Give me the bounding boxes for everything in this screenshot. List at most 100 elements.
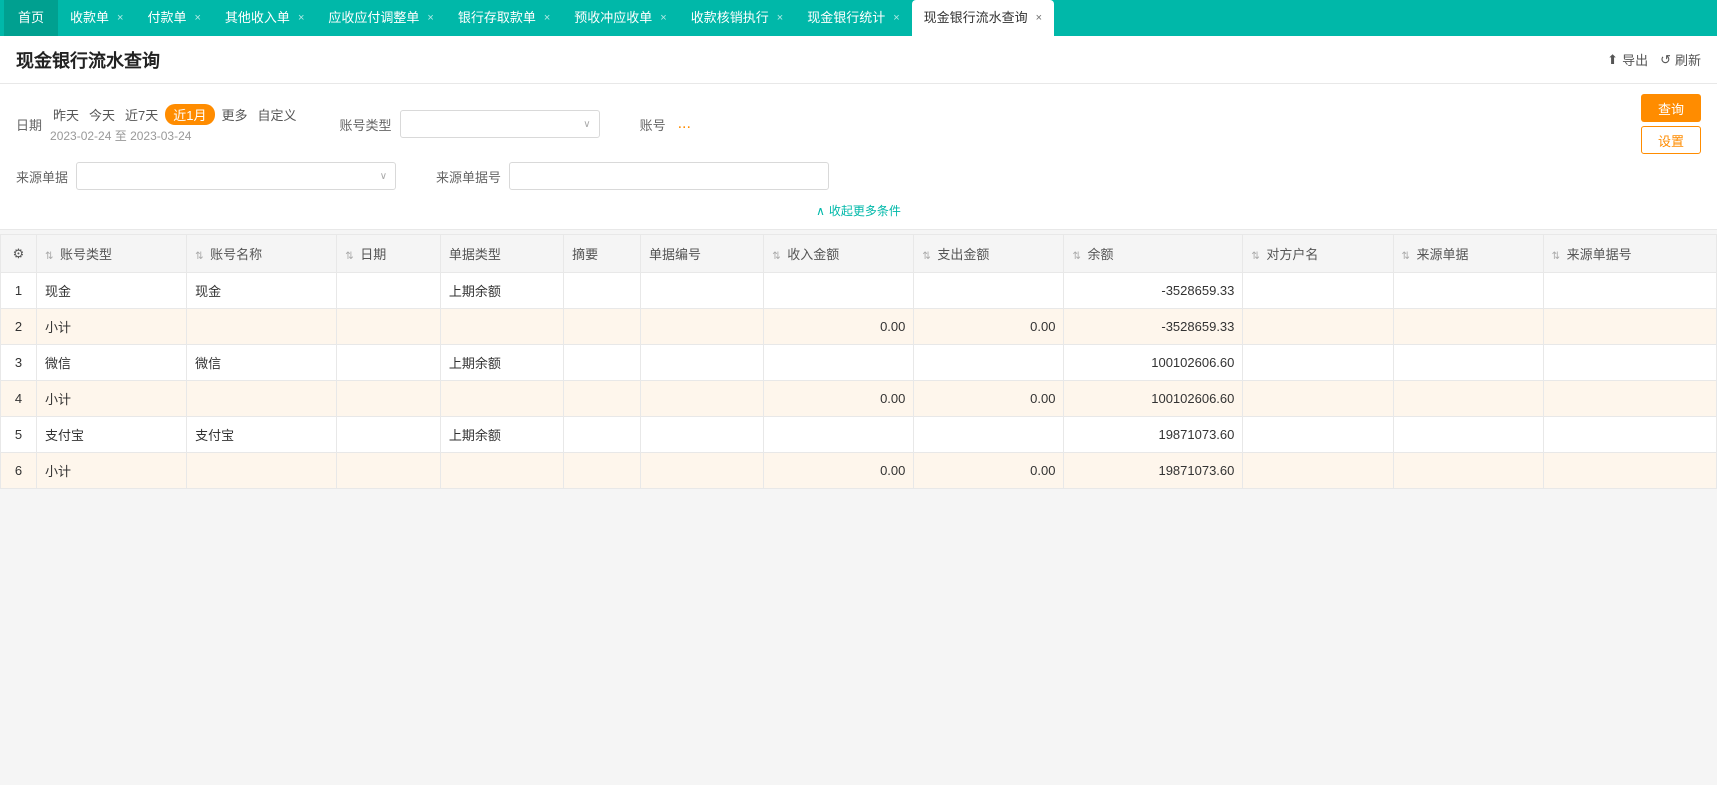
account-filter: 账号 ... (640, 115, 695, 134)
near1m-btn[interactable]: 近1月 (165, 104, 214, 125)
more-btn[interactable]: 更多 (219, 104, 251, 125)
close-icon[interactable]: × (544, 0, 550, 36)
cell-counterparty (1243, 453, 1393, 489)
cell-account-name (187, 309, 337, 345)
refresh-icon: ↺ (1660, 52, 1671, 68)
nav-tab-receipts[interactable]: 收款单 × (58, 0, 135, 36)
sort-icon[interactable]: ⇅ (772, 251, 780, 262)
cell-summary (564, 309, 641, 345)
account-label: 账号 (640, 115, 666, 134)
nav-tab-payments[interactable]: 付款单 × (135, 0, 212, 36)
sort-icon[interactable]: ⇅ (1552, 251, 1560, 262)
cell-doc-no (640, 345, 763, 381)
collapse-up-icon: ∧ (816, 204, 825, 218)
row-number: 3 (1, 345, 37, 381)
cell-source-doc (1393, 309, 1543, 345)
custom-btn[interactable]: 自定义 (255, 104, 300, 125)
row-number: 6 (1, 453, 37, 489)
cell-source-doc-no (1543, 309, 1716, 345)
cell-counterparty (1243, 345, 1393, 381)
action-buttons: 查询 设置 (1641, 94, 1701, 154)
table-row: 3微信微信上期余额100102606.60 (1, 345, 1717, 381)
refresh-button[interactable]: ↺ 刷新 (1660, 50, 1701, 69)
sort-icon[interactable]: ⇅ (45, 251, 53, 262)
close-icon[interactable]: × (298, 0, 304, 36)
nav-tab-other-income[interactable]: 其他收入单 × (213, 0, 316, 36)
cell-counterparty (1243, 309, 1393, 345)
col-settings[interactable]: ⚙ (1, 235, 37, 273)
sort-icon[interactable]: ⇅ (195, 251, 203, 262)
nav-tab-verify[interactable]: 收款核销执行 × (679, 0, 795, 36)
nav-tab-cash-stats[interactable]: 现金银行统计 × (795, 0, 911, 36)
header-actions: ⬆ 导出 ↺ 刷新 (1607, 50, 1701, 69)
cell-doc-no (640, 417, 763, 453)
close-icon[interactable]: × (777, 0, 783, 36)
close-icon[interactable]: × (660, 0, 666, 36)
cell-doc-no (640, 381, 763, 417)
table-row: 6小计0.000.0019871073.60 (1, 453, 1717, 489)
nav-tab-bank-deposit[interactable]: 银行存取款单 × (446, 0, 562, 36)
cell-account-name (187, 453, 337, 489)
settings-button[interactable]: 设置 (1641, 126, 1701, 154)
source-doc-filter: 来源单据 ∨ (16, 162, 396, 190)
cell-doc-type: 上期余额 (440, 345, 563, 381)
page-header: 现金银行流水查询 ⬆ 导出 ↺ 刷新 (0, 36, 1717, 84)
cell-account-type: 微信 (37, 345, 187, 381)
cell-balance: 19871073.60 (1064, 453, 1243, 489)
data-table: ⚙ ⇅ 账号类型 ⇅ 账号名称 ⇅ 日期 单据类型 摘要 (0, 234, 1717, 489)
cell-account-name (187, 381, 337, 417)
cell-doc-no (640, 309, 763, 345)
collapse-bar: ∧ 收起更多条件 (16, 198, 1701, 221)
nav-tab-home[interactable]: 首页 (4, 0, 58, 36)
cell-counterparty (1243, 381, 1393, 417)
today-btn[interactable]: 今天 (86, 104, 118, 125)
close-icon[interactable]: × (893, 0, 899, 36)
row-number: 2 (1, 309, 37, 345)
date-shortcuts: 昨天 今天 近7天 近1月 更多 自定义 2023-02-24 至 2023-0… (50, 104, 300, 144)
source-doc-label: 来源单据 (16, 167, 68, 186)
cell-expense (914, 417, 1064, 453)
col-source-doc-no: ⇅ 来源单据号 (1543, 235, 1716, 273)
query-button[interactable]: 查询 (1641, 94, 1701, 122)
cell-summary (564, 453, 641, 489)
date-filter: 日期 昨天 今天 近7天 近1月 更多 自定义 2023-02-24 至 202… (16, 104, 300, 144)
export-button[interactable]: ⬆ 导出 (1607, 50, 1648, 69)
cell-balance: 100102606.60 (1064, 345, 1243, 381)
dots-button[interactable]: ... (674, 115, 695, 133)
nav-tab-advance[interactable]: 预收冲应收单 × (562, 0, 678, 36)
sort-icon[interactable]: ⇅ (922, 251, 930, 262)
cell-summary (564, 417, 641, 453)
close-icon[interactable]: × (117, 0, 123, 36)
cell-source-doc (1393, 345, 1543, 381)
col-source-doc: ⇅ 来源单据 (1393, 235, 1543, 273)
cell-income: 0.00 (764, 381, 914, 417)
close-icon[interactable]: × (427, 0, 433, 36)
sort-icon[interactable]: ⇅ (1251, 251, 1259, 262)
source-doc-select[interactable]: ∨ (76, 162, 396, 190)
export-icon: ⬆ (1607, 52, 1618, 68)
source-doc-no-input[interactable] (509, 162, 829, 190)
nav-tab-adjustment[interactable]: 应收应付调整单 × (316, 0, 445, 36)
close-icon[interactable]: × (1036, 0, 1042, 36)
cell-doc-no (640, 453, 763, 489)
cell-source-doc-no (1543, 345, 1716, 381)
sort-icon[interactable]: ⇅ (1072, 251, 1080, 262)
close-icon[interactable]: × (194, 0, 200, 36)
cell-expense: 0.00 (914, 309, 1064, 345)
account-type-select[interactable]: ∨ (400, 110, 600, 138)
col-account-name: ⇅ 账号名称 (187, 235, 337, 273)
col-account-type: ⇅ 账号类型 (37, 235, 187, 273)
sort-icon[interactable]: ⇅ (345, 251, 353, 262)
table-body: 1现金现金上期余额-3528659.332小计0.000.00-3528659.… (1, 273, 1717, 489)
yesterday-btn[interactable]: 昨天 (50, 104, 82, 125)
near7-btn[interactable]: 近7天 (122, 104, 161, 125)
cell-counterparty (1243, 417, 1393, 453)
collapse-button[interactable]: ∧ 收起更多条件 (816, 202, 901, 219)
date-label: 日期 (16, 115, 42, 134)
col-income: ⇅ 收入金额 (764, 235, 914, 273)
cell-doc-type: 上期余额 (440, 273, 563, 309)
sort-icon[interactable]: ⇅ (1402, 251, 1410, 262)
cell-date (337, 273, 441, 309)
nav-tab-cash-flow[interactable]: 现金银行流水查询 × (912, 0, 1054, 36)
cell-doc-type (440, 309, 563, 345)
